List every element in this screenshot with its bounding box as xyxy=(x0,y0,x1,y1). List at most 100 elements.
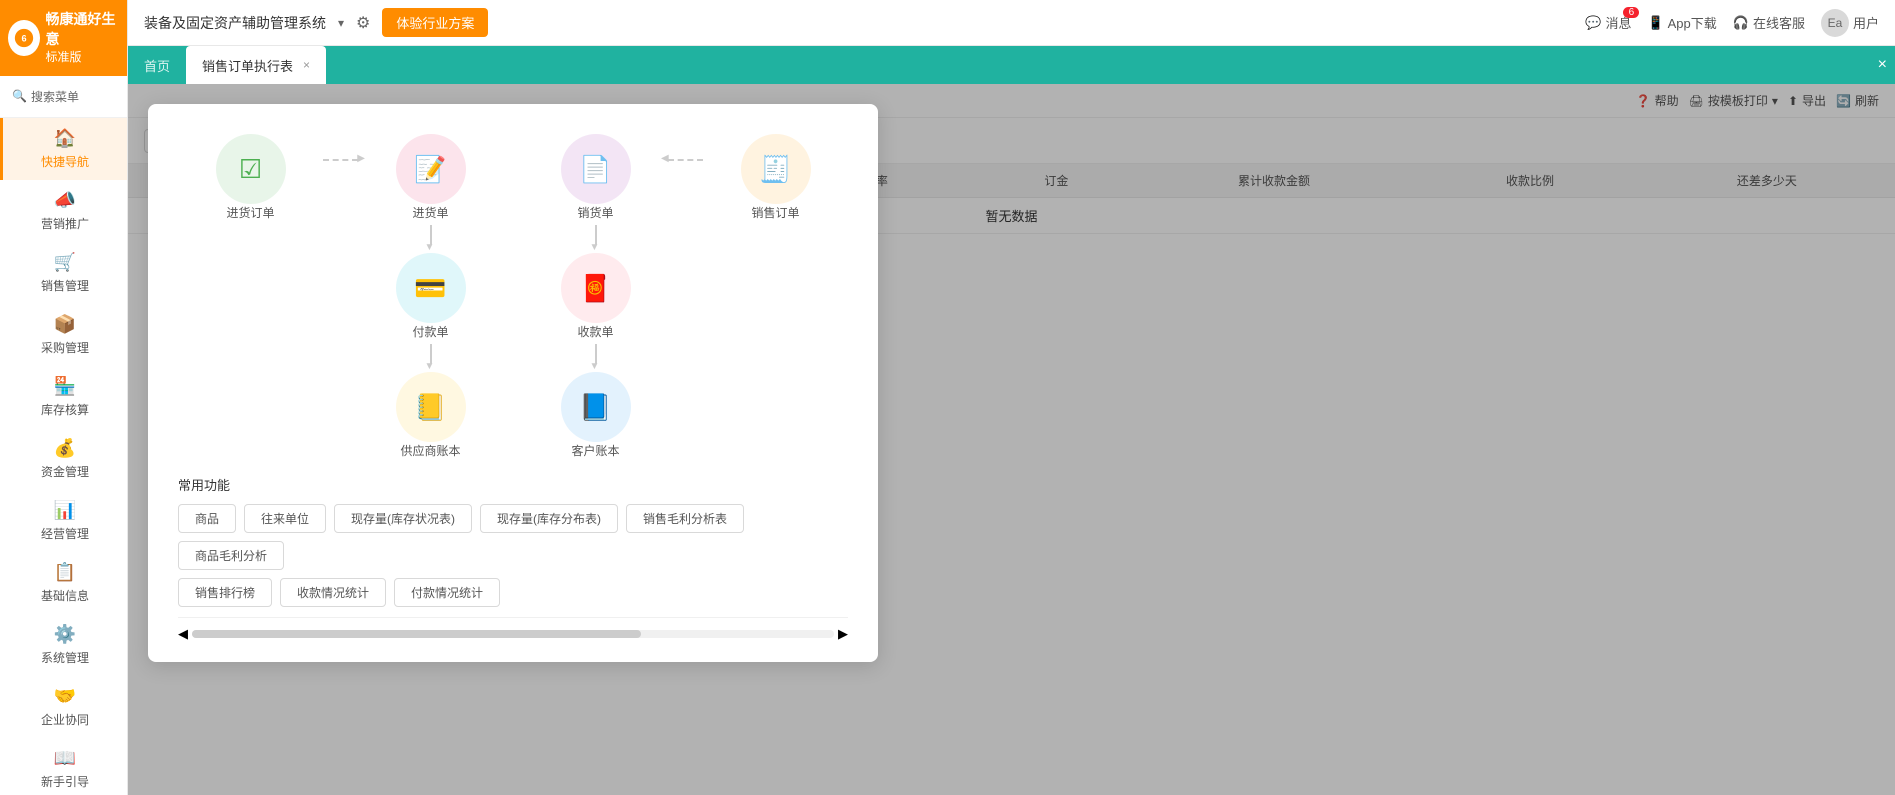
sidebar-item-marketing[interactable]: 📣 营销推广 xyxy=(0,180,127,242)
func-btn-payment-stat[interactable]: 付款情况统计 xyxy=(394,578,500,607)
receipt-bill-icon: 🧧 xyxy=(561,253,631,323)
popup-overlay[interactable]: ☑ 进货订单 ▶ 📝 xyxy=(128,84,1895,795)
common-functions-title: 常用功能 xyxy=(178,475,848,494)
func-btn-stock-dist[interactable]: 现存量(库存分布表) xyxy=(480,504,618,533)
avatar: Ea xyxy=(1821,9,1849,37)
sidebar-search-section: 🔍 搜索菜单 xyxy=(0,76,127,118)
basic-icon: 📋 xyxy=(54,562,76,583)
sales-order-label: 销售订单 xyxy=(751,204,799,221)
sidebar-item-basic[interactable]: 📋 基础信息 xyxy=(0,552,127,614)
purchase-bill-label: 进货单 xyxy=(412,204,448,221)
supplier-account-icon: 📒 xyxy=(396,372,466,442)
tab-sales-execution[interactable]: 销售订单执行表 × xyxy=(186,46,326,84)
system-title: 装备及固定资产辅助管理系统 xyxy=(144,13,326,33)
func-btn-stock-status[interactable]: 现存量(库存状况表) xyxy=(334,504,472,533)
arrow-2: ◀ xyxy=(668,134,703,161)
download-icon: 📱 xyxy=(1647,15,1663,31)
purchase-bill-icon: 📝 xyxy=(396,134,466,204)
arrow-1: ▶ xyxy=(323,134,358,161)
headset-icon: 🎧 xyxy=(1733,15,1749,31)
tab-home[interactable]: 首页 xyxy=(128,46,186,84)
sidebar-item-guide[interactable]: 📖 新手引导 xyxy=(0,738,127,795)
purchase-icon: 📦 xyxy=(54,314,76,335)
header-right: 💬 消息 6 📱 App下载 🎧 在线客服 Ea 用户 xyxy=(1585,9,1879,37)
home-icon: 🏠 xyxy=(54,128,76,149)
popup-card: ☑ 进货订单 ▶ 📝 xyxy=(148,104,878,662)
customer-account-icon: 📘 xyxy=(561,372,631,442)
top-header: 装备及固定资产辅助管理系统 ▾ ⚙ 体验行业方案 💬 消息 6 📱 App下载 xyxy=(128,0,1895,46)
sidebar-item-quick-nav[interactable]: 🏠 快捷导航 xyxy=(0,118,127,180)
func-btn-receipt-stat[interactable]: 收款情况统计 xyxy=(280,578,386,607)
func-btn-partner[interactable]: 往来单位 xyxy=(244,504,326,533)
sidebar: 6 畅康通好生意 标准版 🔍 搜索菜单 🏠 快捷导航 📣 营销推广 xyxy=(0,0,128,795)
sales-order-icon: 🧾 xyxy=(741,134,811,204)
brand-name: 畅康通好生意 xyxy=(46,10,120,49)
flow-node-purchase-order: ☑ 进货订单 xyxy=(178,134,323,221)
message-icon: 💬 xyxy=(1585,15,1601,31)
receipt-bill-label: 收款单 xyxy=(577,323,613,340)
brand-version: 标准版 xyxy=(46,49,120,66)
sidebar-item-system[interactable]: ⚙️ 系统管理 xyxy=(0,614,127,676)
supplier-account-label: 供应商账本 xyxy=(400,442,460,459)
main-area: 装备及固定资产辅助管理系统 ▾ ⚙ 体验行业方案 💬 消息 6 📱 App下载 xyxy=(128,0,1895,795)
arrow-down-receipt: ▼ xyxy=(595,225,597,245)
scroll-left-icon[interactable]: ◀ xyxy=(178,626,188,642)
user-menu-button[interactable]: Ea 用户 xyxy=(1821,9,1879,37)
arrow-down-payment: ▼ xyxy=(430,225,432,245)
gear-icon: ⚙ xyxy=(356,15,370,32)
inventory-icon: 🏪 xyxy=(54,376,76,397)
sidebar-logo[interactable]: 6 畅康通好生意 标准版 xyxy=(0,0,127,76)
operation-icon: 📊 xyxy=(54,500,76,521)
sidebar-item-operation[interactable]: 📊 经营管理 xyxy=(0,490,127,552)
arrow-down-supplier: ▼ xyxy=(430,344,432,364)
flow-node-purchase-bill: 📝 进货单 ▼ 💳 付款单 xyxy=(358,134,503,459)
func-btn-product[interactable]: 商品 xyxy=(178,504,236,533)
tab-close-icon[interactable]: × xyxy=(303,58,310,72)
sales-bill-icon: 📄 xyxy=(561,134,631,204)
settings-button[interactable]: ⚙ xyxy=(356,13,370,33)
func-buttons-row-1: 商品 往来单位 现存量(库存状况表) 现存量(库存分布表) 销售毛利分析表 商品… xyxy=(178,504,848,570)
message-button[interactable]: 💬 消息 6 xyxy=(1585,13,1631,32)
system-dropdown-button[interactable]: ▾ xyxy=(338,16,344,30)
scrollbar-track xyxy=(192,630,834,638)
trial-button[interactable]: 体验行业方案 xyxy=(382,8,488,37)
sidebar-item-inventory[interactable]: 🏪 库存核算 xyxy=(0,366,127,428)
online-service-button[interactable]: 🎧 在线客服 xyxy=(1733,13,1805,32)
sales-icon: 🛒 xyxy=(54,252,76,273)
popup-scrollbar[interactable]: ◀ ▶ xyxy=(178,617,848,642)
scroll-right-icon[interactable]: ▶ xyxy=(838,626,848,642)
tab-bar-close-button[interactable]: × xyxy=(1878,56,1887,74)
func-btn-sales-profit[interactable]: 销售毛利分析表 xyxy=(626,504,744,533)
sales-bill-label: 销货单 xyxy=(577,204,613,221)
flow-diagram: ☑ 进货订单 ▶ 📝 xyxy=(178,134,848,459)
logo-icon: 6 xyxy=(8,20,40,56)
sidebar-item-finance[interactable]: 💰 资金管理 xyxy=(0,428,127,490)
purchase-order-icon: ☑ xyxy=(216,134,286,204)
scrollbar-thumb xyxy=(192,630,641,638)
message-badge: 6 xyxy=(1623,7,1639,18)
finance-icon: 💰 xyxy=(54,438,76,459)
sidebar-item-sales[interactable]: 🛒 销售管理 xyxy=(0,242,127,304)
content-area: ❓ 帮助 🖨 按模板打印 ▾ ⬆ 导出 🔄 刷新 xyxy=(128,84,1895,795)
sidebar-item-enterprise[interactable]: 🤝 企业协同 xyxy=(0,676,127,738)
func-btn-sales-rank[interactable]: 销售排行榜 xyxy=(178,578,272,607)
sidebar-item-purchase[interactable]: 📦 采购管理 xyxy=(0,304,127,366)
payment-bill-icon: 💳 xyxy=(396,253,466,323)
func-buttons-row-2: 销售排行榜 收款情况统计 付款情况统计 xyxy=(178,578,848,607)
search-icon: 🔍 xyxy=(12,89,27,103)
purchase-order-label: 进货订单 xyxy=(226,204,274,221)
sidebar-nav: 🏠 快捷导航 📣 营销推广 🛒 销售管理 📦 采购管理 🏪 库存核算 💰 xyxy=(0,118,127,795)
customer-account-label: 客户账本 xyxy=(571,442,619,459)
app-download-button[interactable]: 📱 App下载 xyxy=(1647,13,1716,32)
search-menu-button[interactable]: 🔍 搜索菜单 xyxy=(8,84,119,109)
tab-bar: 首页 销售订单执行表 × × xyxy=(128,46,1895,84)
common-functions: 常用功能 商品 往来单位 现存量(库存状况表) 现存量(库存分布表) 销售毛利分… xyxy=(178,475,848,607)
enterprise-icon: 🤝 xyxy=(54,686,76,707)
marketing-icon: 📣 xyxy=(54,190,76,211)
guide-icon: 📖 xyxy=(54,748,76,769)
arrow-down-customer: ▼ xyxy=(595,344,597,364)
svg-text:6: 6 xyxy=(21,34,26,44)
flow-node-sales-bill: 📄 销货单 ▼ 🧧 收款单 xyxy=(523,134,668,459)
func-btn-product-profit[interactable]: 商品毛利分析 xyxy=(178,541,284,570)
system-icon: ⚙️ xyxy=(54,624,76,645)
